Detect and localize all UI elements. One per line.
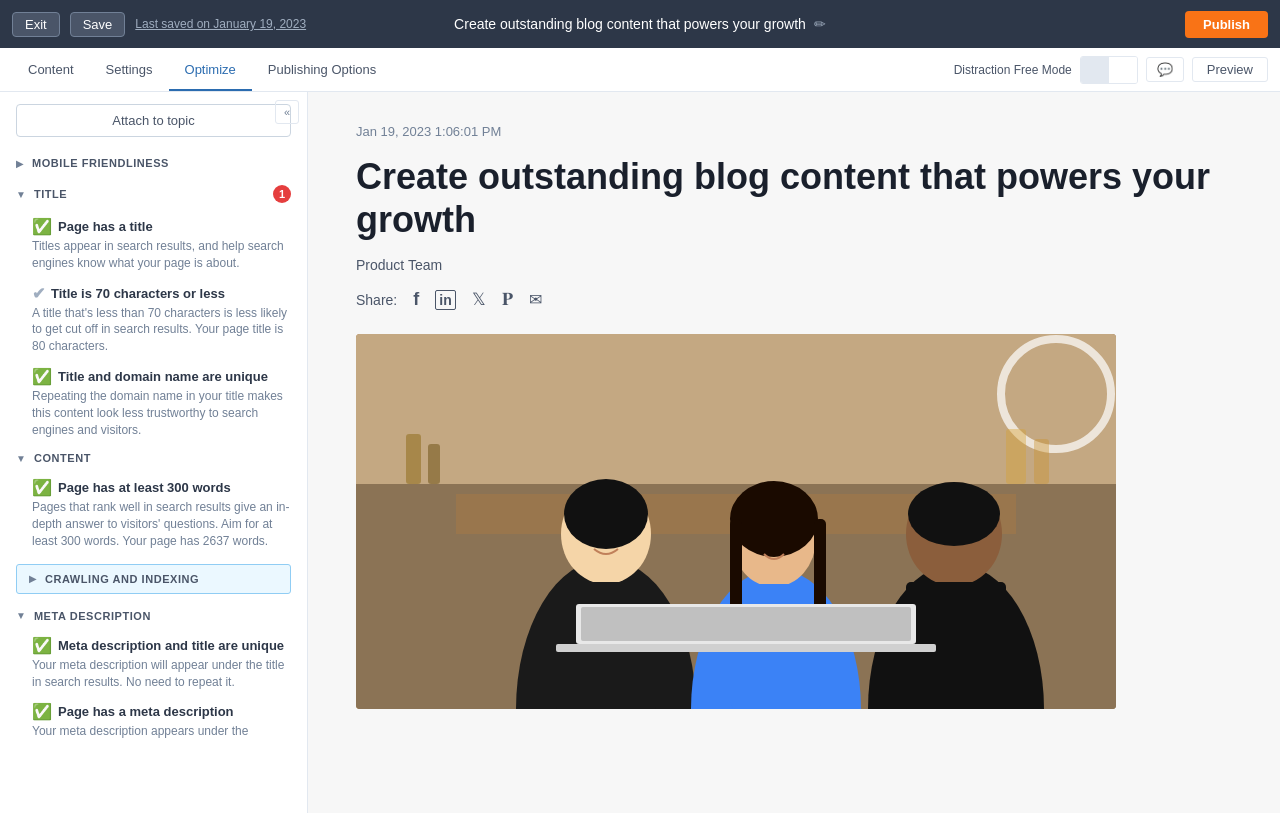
check-word-count-text: Page has at least 300 words bbox=[58, 480, 231, 495]
section-title-label: TITLE bbox=[34, 188, 273, 200]
check-meta-unique-desc: Your meta description will appear under … bbox=[32, 657, 291, 691]
share-email-icon[interactable]: ✉ bbox=[529, 290, 542, 309]
svg-rect-25 bbox=[1034, 439, 1049, 484]
check-title-desc: Titles appear in search results, and hel… bbox=[32, 238, 291, 272]
check-meta-exists: ✅ Page has a meta description Your meta … bbox=[0, 696, 307, 746]
check-word-count: ✅ Page has at least 300 words Pages that… bbox=[0, 472, 307, 555]
nav-tabs: Content Settings Optimize Publishing Opt… bbox=[0, 48, 1280, 92]
top-bar-title: Create outstanding blog content that pow… bbox=[454, 16, 806, 32]
section-meta-title: META DESCRIPTION bbox=[34, 610, 291, 622]
section-mobile-title: MOBILE FRIENDLINESS bbox=[32, 157, 291, 169]
section-title[interactable]: ▼ TITLE 1 bbox=[0, 177, 307, 211]
section-crawling-title: CRAWLING AND INDEXING bbox=[45, 573, 278, 585]
check-pass-icon-4: ✅ bbox=[32, 636, 52, 655]
toggle-off-button[interactable] bbox=[1081, 57, 1109, 83]
section-mobile[interactable]: ▶ MOBILE FRIENDLINESS bbox=[0, 149, 307, 177]
svg-rect-23 bbox=[428, 444, 440, 484]
chevron-right-icon: ▶ bbox=[16, 158, 24, 169]
post-timestamp: Jan 19, 2023 1:06:01 PM bbox=[356, 124, 1232, 139]
svg-point-17 bbox=[908, 482, 1000, 546]
top-bar: Exit Save Last saved on January 19, 2023… bbox=[0, 0, 1280, 48]
section-content-title: CONTENT bbox=[34, 452, 291, 464]
check-title-length-text: Title is 70 characters or less bbox=[51, 286, 225, 301]
comment-button[interactable]: 💬 bbox=[1146, 57, 1184, 82]
tab-optimize[interactable]: Optimize bbox=[169, 50, 252, 91]
svg-rect-12 bbox=[730, 519, 742, 609]
last-saved-link[interactable]: Last saved on January 19, 2023 bbox=[135, 17, 306, 31]
svg-rect-13 bbox=[814, 519, 826, 609]
share-row: Share: f in 𝕏 𝐏 ✉ bbox=[356, 289, 1232, 310]
main-layout: « Attach to topic ▶ MOBILE FRIENDLINESS … bbox=[0, 92, 1280, 813]
sidebar: « Attach to topic ▶ MOBILE FRIENDLINESS … bbox=[0, 92, 308, 813]
chevron-down-icon: ▼ bbox=[16, 189, 26, 200]
publish-button[interactable]: Publish bbox=[1185, 11, 1268, 38]
check-title-unique: ✅ Title and domain name are unique Repea… bbox=[0, 361, 307, 444]
check-meta-exists-desc: Your meta description appears under the bbox=[32, 723, 291, 740]
check-title-length-desc: A title that's less than 70 characters i… bbox=[32, 305, 291, 355]
content-area: Jan 19, 2023 1:06:01 PM Create outstandi… bbox=[308, 92, 1280, 813]
share-linkedin-icon[interactable]: in bbox=[435, 290, 455, 310]
section-content[interactable]: ▼ CONTENT bbox=[0, 444, 307, 472]
check-pass-icon: ✅ bbox=[32, 217, 52, 236]
check-title-length: ✔ Title is 70 characters or less A title… bbox=[0, 278, 307, 361]
chevron-down-icon-3: ▼ bbox=[16, 610, 26, 621]
svg-rect-20 bbox=[581, 607, 911, 641]
svg-rect-24 bbox=[1006, 429, 1026, 484]
nav-right: Distraction Free Mode 💬 Preview bbox=[954, 56, 1268, 84]
preview-button[interactable]: Preview bbox=[1192, 57, 1268, 82]
post-title: Create outstanding blog content that pow… bbox=[356, 155, 1232, 241]
check-title-text: Page has a title bbox=[58, 219, 153, 234]
check-pass-icon-5: ✅ bbox=[32, 702, 52, 721]
check-meta-unique-text: Meta description and title are unique bbox=[58, 638, 284, 653]
svg-rect-22 bbox=[406, 434, 421, 484]
svg-point-7 bbox=[564, 479, 648, 549]
check-title-unique-desc: Repeating the domain name in your title … bbox=[32, 388, 291, 438]
check-warn-icon: ✔ bbox=[32, 284, 45, 303]
sidebar-collapse-button[interactable]: « bbox=[275, 100, 299, 124]
toggle-on-button[interactable] bbox=[1109, 57, 1137, 83]
share-facebook-icon[interactable]: f bbox=[413, 289, 419, 310]
comment-icon: 💬 bbox=[1157, 62, 1173, 77]
distraction-toggle bbox=[1080, 56, 1138, 84]
check-pass-icon-2: ✅ bbox=[32, 367, 52, 386]
share-twitter-icon[interactable]: 𝕏 bbox=[472, 289, 486, 310]
check-pass-icon-3: ✅ bbox=[32, 478, 52, 497]
post-author: Product Team bbox=[356, 257, 1232, 273]
share-pinterest-icon[interactable]: 𝐏 bbox=[502, 289, 513, 310]
tab-content[interactable]: Content bbox=[12, 50, 90, 91]
check-word-count-desc: Pages that rank well in search results g… bbox=[32, 499, 291, 549]
section-meta[interactable]: ▼ META DESCRIPTION bbox=[0, 602, 307, 630]
svg-rect-18 bbox=[556, 644, 936, 652]
check-title-unique-text: Title and domain name are unique bbox=[58, 369, 268, 384]
top-bar-center: Create outstanding blog content that pow… bbox=[454, 16, 826, 32]
post-image bbox=[356, 334, 1116, 709]
chevron-down-icon-2: ▼ bbox=[16, 453, 26, 464]
exit-button[interactable]: Exit bbox=[12, 12, 60, 37]
crawling-section-wrapper: ▶ CRAWLING AND INDEXING bbox=[0, 556, 307, 602]
section-crawling[interactable]: ▶ CRAWLING AND INDEXING bbox=[16, 564, 291, 594]
svg-point-11 bbox=[730, 481, 818, 557]
attach-topic-button[interactable]: Attach to topic bbox=[16, 104, 291, 137]
check-meta-exists-text: Page has a meta description bbox=[58, 704, 234, 719]
distraction-label: Distraction Free Mode bbox=[954, 63, 1072, 77]
chevron-right-icon-2: ▶ bbox=[29, 573, 37, 584]
save-button[interactable]: Save bbox=[70, 12, 126, 37]
title-badge: 1 bbox=[273, 185, 291, 203]
edit-title-icon[interactable]: ✏ bbox=[814, 16, 826, 32]
share-label: Share: bbox=[356, 292, 397, 308]
check-page-has-title: ✅ Page has a title Titles appear in sear… bbox=[0, 211, 307, 278]
tab-settings[interactable]: Settings bbox=[90, 50, 169, 91]
check-meta-unique: ✅ Meta description and title are unique … bbox=[0, 630, 307, 697]
tab-publishing[interactable]: Publishing Options bbox=[252, 50, 392, 91]
